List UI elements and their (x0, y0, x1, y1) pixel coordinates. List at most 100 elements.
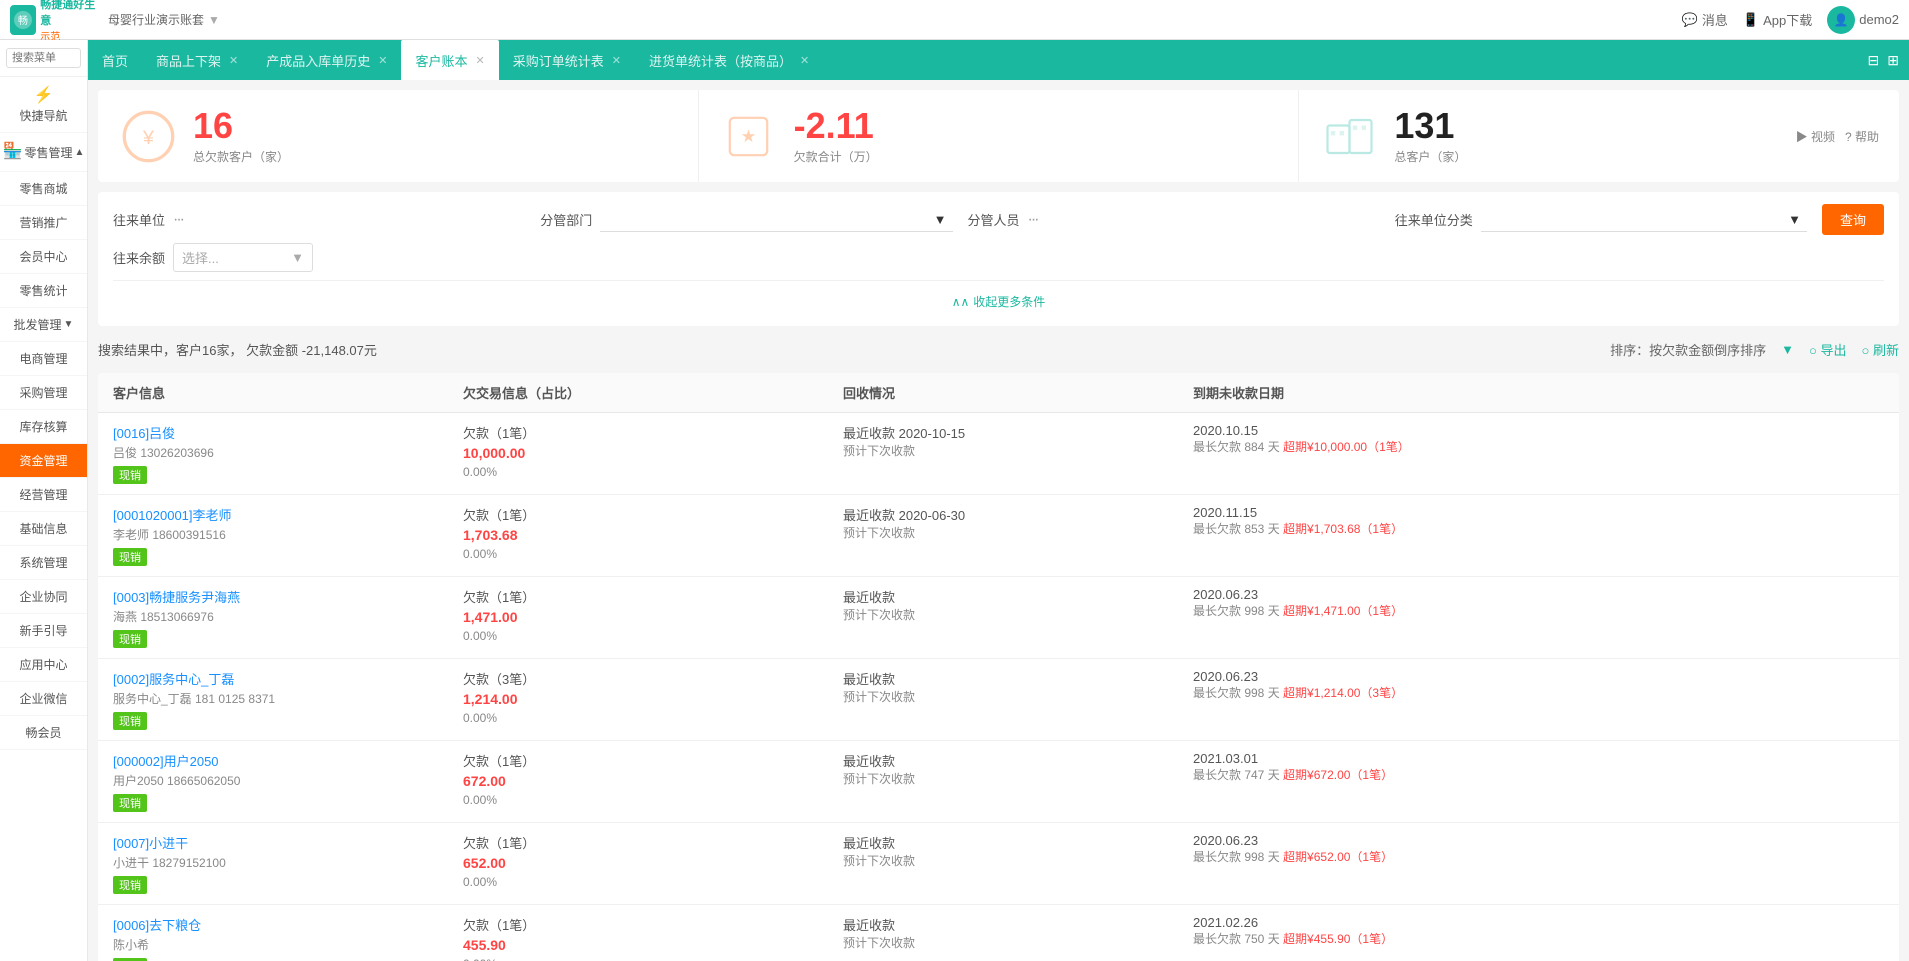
customer-name-link[interactable]: [0003]畅捷服务尹海燕 (113, 590, 240, 605)
sidebar-item-quick-nav[interactable]: ⚡ 快捷导航 (0, 77, 87, 133)
last-collection: 最近收款 (843, 751, 1193, 770)
due-date-cell: 2020.11.15 最长欠款 853 天 超期¥1,703.68（1笔） (1193, 505, 1884, 537)
close-tab-purchase-order[interactable]: ✕ (612, 54, 621, 67)
sidebar-search-area (0, 40, 87, 77)
user-profile[interactable]: 👤 demo2 (1827, 6, 1899, 34)
customer-contact: 服务中心_丁磊 181 0125 8371 (113, 690, 463, 707)
sort-dropdown-arrow[interactable]: ▼ (1781, 342, 1794, 357)
debt-amount: 652.00 (463, 855, 843, 871)
help-btn[interactable]: ? 帮助 (1845, 128, 1879, 145)
sidebar-item-retail-mgmt[interactable]: 🏪 零售管理 ▲ (0, 133, 87, 172)
sidebar-item-member-center[interactable]: 会员中心 (0, 240, 87, 274)
tab-product-shelf[interactable]: 商品上下架 ✕ (142, 40, 252, 80)
customer-contact: 吕俊 13026203696 (113, 444, 463, 461)
sidebar-item-marketing[interactable]: 营销推广 (0, 206, 87, 240)
customer-name-link[interactable]: [0002]服务中心_丁磊 (113, 672, 234, 687)
debt-percent: 0.00% (463, 957, 843, 961)
sidebar-item-basic-info[interactable]: 基础信息 (0, 512, 87, 546)
dept-filter-dropdown[interactable]: ▼ (600, 208, 952, 232)
retail-mgmt-icon: 🏪 (3, 141, 23, 161)
customer-filter-ellipsis[interactable]: ··· (173, 211, 183, 229)
sidebar-item-wholesale-mgmt[interactable]: 批发管理 ▼ (0, 308, 87, 342)
table-row: [000002]用户2050 用户2050 18665062050 现销 欠款（… (98, 741, 1899, 823)
table-row: [0016]吕俊 吕俊 13026203696 现销 欠款（1笔） 10,000… (98, 413, 1899, 495)
category-filter-dropdown[interactable]: ▼ (1481, 208, 1807, 232)
close-tab-customer-account[interactable]: ✕ (476, 54, 485, 67)
sidebar-item-system[interactable]: 系统管理 (0, 546, 87, 580)
debt-amount: 10,000.00 (463, 445, 843, 461)
sidebar-item-retail-stats[interactable]: 零售统计 (0, 274, 87, 308)
sidebar-item-enterprise-wechat[interactable]: 企业微信 (0, 682, 87, 716)
page-content: ¥ 16 总欠款客户（家） ★ (88, 80, 1909, 961)
customer-name-link[interactable]: [0006]去下粮仓 (113, 918, 201, 933)
sidebar-item-retail-mall[interactable]: 零售商城 (0, 172, 87, 206)
close-tab-product-shelf[interactable]: ✕ (229, 54, 238, 67)
refresh-btn[interactable]: ○ 刷新 (1862, 340, 1900, 359)
overdue-link[interactable]: 超期¥1,214.00（3笔） (1283, 686, 1403, 700)
tab-purchase-order[interactable]: 采购订单统计表 ✕ (499, 40, 635, 80)
table-row: [0002]服务中心_丁磊 服务中心_丁磊 181 0125 8371 现销 欠… (98, 659, 1899, 741)
sidebar-item-new-guide[interactable]: 新手引导 (0, 614, 87, 648)
debt-percent: 0.00% (463, 875, 843, 889)
customer-name-link[interactable]: [000002]用户2050 (113, 754, 219, 769)
message-btn[interactable]: 💬 消息 (1682, 10, 1728, 29)
refresh-icon: ○ (1862, 343, 1870, 358)
svg-text:★: ★ (741, 126, 757, 146)
debt-info-cell: 欠款（1笔） 10,000.00 0.00% (463, 423, 843, 479)
debt-info-cell: 欠款（1笔） 1,471.00 0.00% (463, 587, 843, 643)
industry-selector[interactable]: 母婴行业演示账套 ▼ (108, 11, 220, 28)
max-overdue-days: 最长欠款 998 天 超期¥652.00（1笔） (1193, 848, 1884, 865)
customer-name-link[interactable]: [0016]吕俊 (113, 426, 175, 441)
sidebar-item-vip-member[interactable]: 畅会员 (0, 716, 87, 750)
app-download-btn[interactable]: 📱 App下载 (1743, 10, 1812, 29)
sidebar: ⚡ 快捷导航 🏪 零售管理 ▲ 零售商城 营销推广 会员中心 零售统计 批发管理 (0, 40, 88, 961)
due-date: 2020.06.23 (1193, 669, 1884, 684)
customer-contact: 海燕 18513066976 (113, 608, 463, 625)
sidebar-item-finance[interactable]: 资金管理 (0, 444, 87, 478)
filter-section: 往来单位 ··· 分管部门 ▼ 分管人员 ··· (98, 192, 1899, 326)
overdue-link[interactable]: 超期¥652.00（1笔） (1283, 850, 1393, 864)
sidebar-item-inventory[interactable]: 库存核算 (0, 410, 87, 444)
search-input[interactable] (6, 48, 81, 68)
customer-name-link[interactable]: [0007]小进干 (113, 836, 188, 851)
customer-contact: 李老师 18600391516 (113, 526, 463, 543)
overdue-link[interactable]: 超期¥672.00（1笔） (1283, 768, 1393, 782)
person-filter-ellipsis[interactable]: ··· (1028, 211, 1038, 229)
search-button[interactable]: 查询 (1822, 204, 1884, 235)
tab-home[interactable]: 首页 (88, 40, 142, 80)
due-date-cell: 2020.06.23 最长欠款 998 天 超期¥652.00（1笔） (1193, 833, 1884, 865)
customer-name-link[interactable]: [0001020001]李老师 (113, 508, 232, 523)
overdue-link[interactable]: 超期¥1,471.00（1笔） (1283, 604, 1403, 618)
tab-controls: ⊟ ⊞ (1858, 52, 1909, 69)
tab-product-history[interactable]: 产成品入库单历史 ✕ (252, 40, 401, 80)
sidebar-item-enterprise[interactable]: 企业协同 (0, 580, 87, 614)
due-date: 2021.03.01 (1193, 751, 1884, 766)
export-btn[interactable]: ○ 导出 (1809, 340, 1847, 359)
close-tab-product-history[interactable]: ✕ (378, 54, 387, 67)
tab-inventory-stats[interactable]: 进货单统计表（按商品） ✕ (635, 40, 823, 80)
restore-window-icon[interactable]: ⊟ (1868, 52, 1880, 69)
customer-info-cell: [0003]畅捷服务尹海燕 海燕 18513066976 现销 (113, 587, 463, 648)
sidebar-item-ecom-mgmt[interactable]: 电商管理 (0, 342, 87, 376)
collapse-filters-btn[interactable]: ∧∧ 收起更多条件 (113, 289, 1884, 314)
maximize-window-icon[interactable]: ⊞ (1887, 52, 1899, 69)
debt-amount: 1,703.68 (463, 527, 843, 543)
message-icon: 💬 (1682, 12, 1698, 28)
balance-dropdown-arrow: ▼ (291, 250, 304, 265)
sidebar-item-operations[interactable]: 经营管理 (0, 478, 87, 512)
tab-customer-account[interactable]: 客户账本 ✕ (401, 40, 498, 80)
total-customers-icon (1319, 106, 1379, 166)
overdue-link[interactable]: 超期¥10,000.00（1笔） (1283, 440, 1410, 454)
chevron-down-icon: ▼ (64, 319, 74, 330)
sidebar-item-purchase-mgmt[interactable]: 采购管理 (0, 376, 87, 410)
next-collection: 预计下次收款 (843, 770, 1193, 787)
close-tab-inventory-stats[interactable]: ✕ (800, 54, 809, 67)
customer-info-cell: [000002]用户2050 用户2050 18665062050 现销 (113, 751, 463, 812)
collection-cell: 最近收款 2020-10-15 预计下次收款 (843, 423, 1193, 459)
balance-filter-select[interactable]: 选择... ▼ (173, 243, 313, 272)
overdue-link[interactable]: 超期¥455.90（1笔） (1283, 932, 1393, 946)
sidebar-item-app-center[interactable]: 应用中心 (0, 648, 87, 682)
overdue-link[interactable]: 超期¥1,703.68（1笔） (1283, 522, 1403, 536)
customer-info-cell: [0002]服务中心_丁磊 服务中心_丁磊 181 0125 8371 现销 (113, 669, 463, 730)
video-btn[interactable]: ▶ 视频 (1796, 128, 1835, 145)
